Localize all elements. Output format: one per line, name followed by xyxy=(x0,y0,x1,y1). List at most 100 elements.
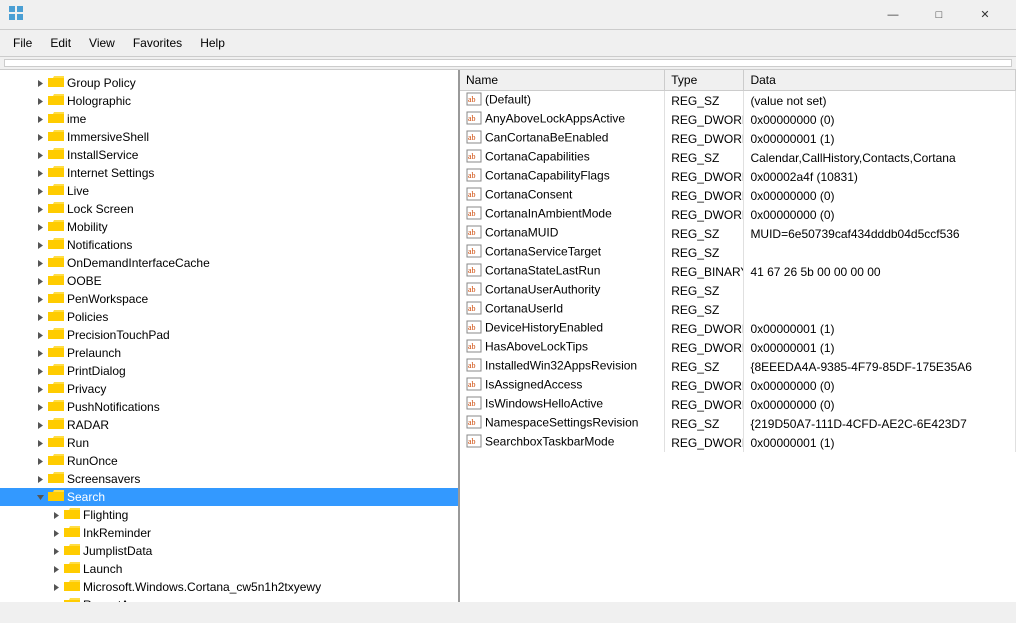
tree-expander-icon[interactable] xyxy=(32,93,48,109)
table-row[interactable]: abCortanaServiceTargetREG_SZ xyxy=(460,243,1016,262)
menu-item-favorites[interactable]: Favorites xyxy=(124,32,191,54)
table-row[interactable]: abIsWindowsHelloActiveREG_DWORD0x0000000… xyxy=(460,395,1016,414)
tree-expander-icon[interactable] xyxy=(48,507,64,523)
tree-expander-icon[interactable] xyxy=(48,561,64,577)
tree-expander-icon[interactable] xyxy=(32,435,48,451)
col-type[interactable]: Type xyxy=(665,70,744,91)
tree-expander-icon[interactable] xyxy=(48,597,64,602)
tree-expander-icon[interactable] xyxy=(48,579,64,595)
table-row[interactable]: abCanCortanaBeEnabledREG_DWORD0x00000001… xyxy=(460,129,1016,148)
tree-item[interactable]: ImmersiveShell xyxy=(0,128,458,146)
table-row[interactable]: abDeviceHistoryEnabledREG_DWORD0x0000000… xyxy=(460,319,1016,338)
menu-item-edit[interactable]: Edit xyxy=(41,32,80,54)
tree-item[interactable]: Group Policy xyxy=(0,74,458,92)
table-row[interactable]: ab(Default)REG_SZ(value not set) xyxy=(460,91,1016,111)
tree-item[interactable]: PrintDialog xyxy=(0,362,458,380)
tree-panel[interactable]: Group PolicyHolographicimeImmersiveShell… xyxy=(0,70,460,602)
tree-item[interactable]: Launch xyxy=(0,560,458,578)
tree-item[interactable]: Live xyxy=(0,182,458,200)
col-name[interactable]: Name xyxy=(460,70,665,91)
table-row[interactable]: abNamespaceSettingsRevisionREG_SZ{219D50… xyxy=(460,414,1016,433)
tree-label: Search xyxy=(67,490,105,504)
tree-expander-icon[interactable] xyxy=(32,309,48,325)
tree-item[interactable]: RecentApps xyxy=(0,596,458,602)
table-row[interactable]: abCortanaInAmbientModeREG_DWORD0x0000000… xyxy=(460,205,1016,224)
cell-data xyxy=(744,300,1016,319)
tree-expander-icon[interactable] xyxy=(32,201,48,217)
tree-item[interactable]: Policies xyxy=(0,308,458,326)
folder-icon xyxy=(48,273,64,289)
tree-item[interactable]: JumplistData xyxy=(0,542,458,560)
tree-expander-icon[interactable] xyxy=(32,219,48,235)
tree-expander-icon[interactable] xyxy=(32,129,48,145)
table-row[interactable]: abCortanaCapabilityFlagsREG_DWORD0x00002… xyxy=(460,167,1016,186)
menu-item-help[interactable]: Help xyxy=(191,32,234,54)
tree-item[interactable]: Search xyxy=(0,488,458,506)
table-row[interactable]: abCortanaUserIdREG_SZ xyxy=(460,300,1016,319)
tree-expander-icon[interactable] xyxy=(32,291,48,307)
folder-icon xyxy=(48,255,64,271)
menu-item-file[interactable]: File xyxy=(4,32,41,54)
tree-item[interactable]: ime xyxy=(0,110,458,128)
tree-item[interactable]: OnDemandInterfaceCache xyxy=(0,254,458,272)
tree-item[interactable]: Privacy xyxy=(0,380,458,398)
table-row[interactable]: abAnyAboveLockAppsActiveREG_DWORD0x00000… xyxy=(460,110,1016,129)
tree-item[interactable]: PenWorkspace xyxy=(0,290,458,308)
tree-expander-icon[interactable] xyxy=(32,255,48,271)
table-row[interactable]: abSearchboxTaskbarModeREG_DWORD0x0000000… xyxy=(460,433,1016,452)
tree-item[interactable]: Flighting xyxy=(0,506,458,524)
tree-expander-icon[interactable] xyxy=(32,75,48,91)
tree-item[interactable]: Run xyxy=(0,434,458,452)
tree-expander-icon[interactable] xyxy=(32,345,48,361)
tree-expander-icon[interactable] xyxy=(32,363,48,379)
tree-expander-icon[interactable] xyxy=(32,111,48,127)
tree-expander-icon[interactable] xyxy=(32,381,48,397)
tree-item[interactable]: InkReminder xyxy=(0,524,458,542)
tree-expander-icon[interactable] xyxy=(32,147,48,163)
maximize-button[interactable]: □ xyxy=(916,0,962,30)
value-panel[interactable]: Name Type Data ab(Default)REG_SZ(value n… xyxy=(460,70,1016,602)
tree-expander-icon[interactable] xyxy=(48,525,64,541)
tree-item[interactable]: RADAR xyxy=(0,416,458,434)
tree-item[interactable]: InstallService xyxy=(0,146,458,164)
table-row[interactable]: abIsAssignedAccessREG_DWORD0x00000000 (0… xyxy=(460,376,1016,395)
tree-item[interactable]: Mobility xyxy=(0,218,458,236)
table-row[interactable]: abCortanaMUIDREG_SZMUID=6e50739caf434ddd… xyxy=(460,224,1016,243)
cell-data: 0x00000000 (0) xyxy=(744,395,1016,414)
tree-expander-icon[interactable] xyxy=(32,471,48,487)
tree-expander-icon[interactable] xyxy=(32,183,48,199)
tree-expander-icon[interactable] xyxy=(32,165,48,181)
table-row[interactable]: abInstalledWin32AppsRevisionREG_SZ{8EEED… xyxy=(460,357,1016,376)
table-row[interactable]: abCortanaStateLastRunREG_BINARY41 67 26 … xyxy=(460,262,1016,281)
tree-expander-icon[interactable] xyxy=(32,489,48,505)
tree-item[interactable]: OOBE xyxy=(0,272,458,290)
table-row[interactable]: abCortanaUserAuthorityREG_SZ xyxy=(460,281,1016,300)
tree-item[interactable]: Prelaunch xyxy=(0,344,458,362)
table-row[interactable]: abCortanaConsentREG_DWORD0x00000000 (0) xyxy=(460,186,1016,205)
tree-expander-icon[interactable] xyxy=(32,417,48,433)
tree-item[interactable]: Lock Screen xyxy=(0,200,458,218)
tree-expander-icon[interactable] xyxy=(32,399,48,415)
table-row[interactable]: abCortanaCapabilitiesREG_SZCalendar,Call… xyxy=(460,148,1016,167)
tree-label: InstallService xyxy=(67,148,138,162)
cell-name: abCortanaInAmbientMode xyxy=(460,205,665,224)
tree-expander-icon[interactable] xyxy=(48,543,64,559)
tree-item[interactable]: PrecisionTouchPad xyxy=(0,326,458,344)
tree-expander-icon[interactable] xyxy=(32,327,48,343)
tree-expander-icon[interactable] xyxy=(32,453,48,469)
tree-item[interactable]: Screensavers xyxy=(0,470,458,488)
tree-item[interactable]: Internet Settings xyxy=(0,164,458,182)
tree-expander-icon[interactable] xyxy=(32,273,48,289)
tree-item[interactable]: Holographic xyxy=(0,92,458,110)
tree-item[interactable]: Microsoft.Windows.Cortana_cw5n1h2txyewy xyxy=(0,578,458,596)
table-row[interactable]: abHasAboveLockTipsREG_DWORD0x00000001 (1… xyxy=(460,338,1016,357)
tree-item[interactable]: RunOnce xyxy=(0,452,458,470)
tree-item[interactable]: Notifications xyxy=(0,236,458,254)
address-bar[interactable] xyxy=(4,59,1012,67)
tree-item[interactable]: PushNotifications xyxy=(0,398,458,416)
minimize-button[interactable]: — xyxy=(870,0,916,30)
col-data[interactable]: Data xyxy=(744,70,1016,91)
menu-item-view[interactable]: View xyxy=(80,32,124,54)
tree-expander-icon[interactable] xyxy=(32,237,48,253)
close-button[interactable]: ✕ xyxy=(962,0,1008,30)
